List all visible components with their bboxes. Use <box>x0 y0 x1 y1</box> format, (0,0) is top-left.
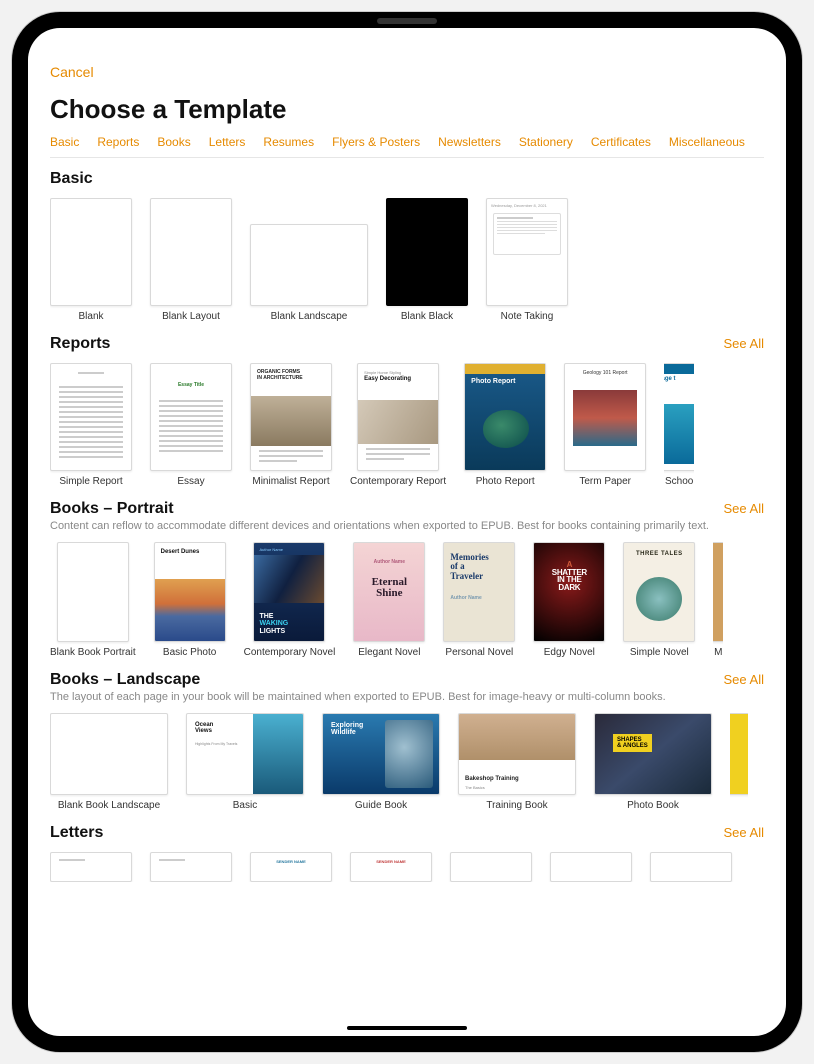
section-title: Basic <box>50 170 93 188</box>
tab-books[interactable]: Books <box>157 135 190 149</box>
template-guide-book[interactable]: ExploringWildlife Guide Book <box>322 713 440 812</box>
template-letter[interactable] <box>450 852 532 882</box>
screen: Cancel Choose a Template Basic Reports B… <box>28 28 786 1036</box>
template-letter[interactable]: SENDER NAME <box>350 852 432 882</box>
template-row: Blank Blank Layout Blank Landscape Blank… <box>50 198 764 323</box>
template-photo-book[interactable]: SHAPES& ANGLES Photo Book <box>594 713 712 812</box>
template-row: Blank Book Portrait Desert Dunes Basic P… <box>50 542 764 659</box>
template-blank-black[interactable]: Blank Black <box>386 198 468 323</box>
see-all-letters[interactable]: See All <box>724 825 764 840</box>
template-more-novel[interactable]: M <box>713 542 723 659</box>
section-letters: Letters See All SENDER NAME SENDER NAME <box>50 824 764 882</box>
template-blank-book-landscape[interactable]: Blank Book Landscape <box>50 713 168 812</box>
template-simple-report[interactable]: Simple Report <box>50 363 132 488</box>
template-contemporary-report[interactable]: Simple Home StylingEasy Decorating Conte… <box>350 363 446 488</box>
tab-reports[interactable]: Reports <box>97 135 139 149</box>
template-simple-novel[interactable]: THREE TALES Simple Novel <box>623 542 695 659</box>
section-title: Books – Portrait <box>50 500 174 518</box>
template-blank-book-portrait[interactable]: Blank Book Portrait <box>50 542 136 659</box>
template-essay[interactable]: Essay Title Essay <box>150 363 232 488</box>
template-training-book[interactable]: Bakeshop TrainingThe Basics Training Boo… <box>458 713 576 812</box>
section-books-portrait: Books – Portrait See All Content can ref… <box>50 500 764 659</box>
home-indicator[interactable] <box>347 1026 467 1030</box>
template-letter[interactable] <box>150 852 232 882</box>
template-blank-landscape[interactable]: Blank Landscape <box>250 198 368 323</box>
device-frame: Cancel Choose a Template Basic Reports B… <box>12 12 802 1052</box>
tab-flyers[interactable]: Flyers & Posters <box>332 135 420 149</box>
tab-certificates[interactable]: Certificates <box>591 135 651 149</box>
tab-misc[interactable]: Miscellaneous <box>669 135 745 149</box>
template-contemporary-novel[interactable]: Author NameTHEWAKINGLIGHTS Contemporary … <box>244 542 336 659</box>
see-all-reports[interactable]: See All <box>724 336 764 351</box>
tab-resumes[interactable]: Resumes <box>263 135 314 149</box>
tab-newsletters[interactable]: Newsletters <box>438 135 501 149</box>
template-edgy-novel[interactable]: ASHATTERIN THEDARK Edgy Novel <box>533 542 605 659</box>
cancel-button[interactable]: Cancel <box>50 64 764 80</box>
section-basic: Basic Blank Blank Layout Blank Landscape <box>50 170 764 323</box>
tab-stationery[interactable]: Stationery <box>519 135 573 149</box>
template-letter[interactable]: SENDER NAME <box>250 852 332 882</box>
tab-letters[interactable]: Letters <box>209 135 246 149</box>
section-desc: The layout of each page in your book wil… <box>50 691 764 703</box>
template-basic-photo[interactable]: Desert Dunes Basic Photo <box>154 542 226 659</box>
tab-basic[interactable]: Basic <box>50 135 79 149</box>
template-row: SENDER NAME SENDER NAME <box>50 852 764 882</box>
template-personal-novel[interactable]: Memoriesof aTravelerAuthor Name Personal… <box>443 542 515 659</box>
app-content: Cancel Choose a Template Basic Reports B… <box>28 28 786 1036</box>
template-note-taking[interactable]: Wednesday, December 8, 2021 <box>486 198 568 323</box>
see-all-books-landscape[interactable]: See All <box>724 672 764 687</box>
template-photo-report[interactable]: Photo Report Photo Report <box>464 363 546 488</box>
see-all-books-portrait[interactable]: See All <box>724 501 764 516</box>
template-row: Simple Report Essay Title Essay ORGANIC … <box>50 363 764 488</box>
section-desc: Content can reflow to accommodate differ… <box>50 520 764 532</box>
template-letter[interactable] <box>550 852 632 882</box>
section-title: Reports <box>50 335 110 353</box>
template-blank[interactable]: Blank <box>50 198 132 323</box>
template-term-paper[interactable]: Geology 101 Report Term Paper <box>564 363 646 488</box>
template-blank-layout[interactable]: Blank Layout <box>150 198 232 323</box>
template-elegant-novel[interactable]: Author NameEternalShine Elegant Novel <box>353 542 425 659</box>
template-basic-landscape[interactable]: OceanViewsHighlights From My Travels Bas… <box>186 713 304 812</box>
template-school-report[interactable]: A Voyage t Schoo <box>664 363 694 488</box>
section-title: Books – Landscape <box>50 671 200 689</box>
section-reports: Reports See All Simple Report Essay Titl… <box>50 335 764 488</box>
template-letter[interactable] <box>650 852 732 882</box>
camera-notch <box>377 18 437 24</box>
template-row: Blank Book Landscape OceanViewsHighlight… <box>50 713 764 812</box>
template-letter[interactable] <box>50 852 132 882</box>
category-tabs: Basic Reports Books Letters Resumes Flye… <box>50 135 764 158</box>
template-more-landscape[interactable] <box>730 713 748 812</box>
section-title: Letters <box>50 824 103 842</box>
page-title: Choose a Template <box>50 94 764 125</box>
template-minimalist-report[interactable]: ORGANIC FORMSIN ARCHITECTURE Minimalist … <box>250 363 332 488</box>
section-books-landscape: Books – Landscape See All The layout of … <box>50 671 764 812</box>
